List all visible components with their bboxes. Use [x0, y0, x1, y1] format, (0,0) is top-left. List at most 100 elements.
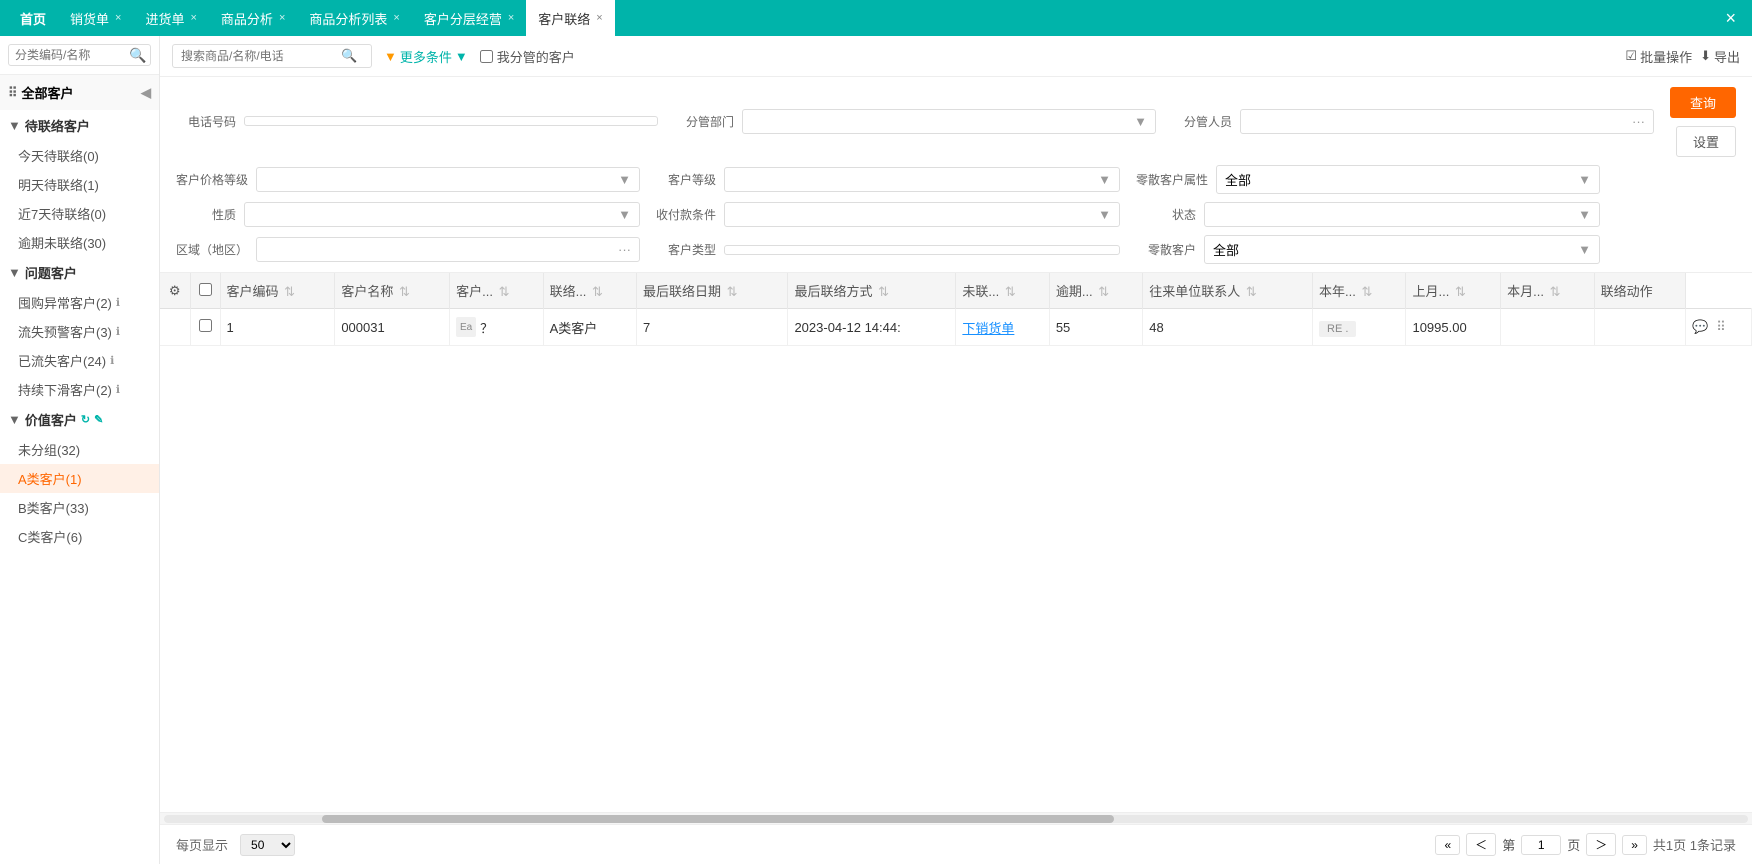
sidebar-item-class-c[interactable]: C类客户(6) — [0, 522, 159, 551]
sidebar-section-pending[interactable]: ▼ 待联络客户 — [0, 110, 159, 141]
filter-input-person[interactable]: ··· — [1240, 109, 1654, 134]
filter-select-status[interactable]: ▼ — [1204, 202, 1600, 227]
sidebar-item-churned[interactable]: 已流失客户(24) ℹ — [0, 346, 159, 375]
select-all-checkbox[interactable] — [199, 283, 212, 296]
query-button[interactable]: 查询 — [1670, 87, 1736, 118]
last-page-button[interactable]: » — [1622, 835, 1647, 855]
row-checkbox-cell[interactable] — [190, 309, 220, 346]
last-contact-method-link[interactable]: 下销货单 — [962, 321, 1014, 336]
nav-tab-analysis-close[interactable]: × — [279, 12, 285, 24]
col-code[interactable]: 客户编码 ⇅ — [220, 273, 335, 309]
per-page-select[interactable]: 50 100 200 — [240, 834, 295, 856]
sidebar-search-icon[interactable]: 🔍 — [129, 47, 146, 64]
nav-tab-purchase-label: 进货单 — [145, 9, 184, 28]
sidebar-item-tomorrow-pending[interactable]: 明天待联络(1) — [0, 170, 159, 199]
col-checkbox[interactable] — [190, 273, 220, 309]
col-settings[interactable]: ⚙ — [160, 273, 190, 309]
prev-page-button[interactable]: ＜ — [1466, 833, 1496, 856]
settings-button[interactable]: 设置 — [1676, 126, 1736, 157]
col-level[interactable]: 客户... ⇅ — [450, 273, 543, 309]
col-this-month[interactable]: 本月... ⇅ — [1501, 273, 1594, 309]
row-index-cell: 1 — [220, 309, 335, 346]
filter-arrow-icon: ▼ — [455, 49, 468, 64]
filter-cell-payment: 收付款条件 ▼ — [656, 202, 1120, 227]
sidebar-item-week-pending[interactable]: 近7天待联络(0) — [0, 199, 159, 228]
filter-label-customer-level: 客户等级 — [656, 171, 716, 188]
nav-tab-sales[interactable]: 销货单 × — [58, 0, 133, 36]
col-year-amount-label: 本年... — [1319, 284, 1356, 299]
action-message-icon[interactable]: 💬 — [1692, 319, 1708, 335]
nav-tab-analysis-list-close[interactable]: × — [393, 12, 399, 24]
filter-label-customer-type: 客户类型 — [656, 241, 716, 258]
sidebar-item-class-a[interactable]: A类客户(1) — [0, 464, 159, 493]
nav-tab-customer-mgmt-close[interactable]: × — [508, 12, 514, 24]
row-last-contact-method-cell[interactable]: 下销货单 — [956, 309, 1049, 346]
nav-tab-sales-close[interactable]: × — [115, 12, 121, 24]
sidebar-item-today-pending[interactable]: 今天待联络(0) — [0, 141, 159, 170]
sidebar-item-abnormal[interactable]: 囤购异常客户(2) ℹ — [0, 288, 159, 317]
next-page-button[interactable]: ＞ — [1586, 833, 1616, 856]
nav-tab-home[interactable]: 首页 — [8, 0, 58, 36]
filter-input-phone[interactable] — [244, 116, 658, 126]
filter-cell-customer-type: 客户类型 — [656, 241, 1120, 258]
my-customer-label: 我分管的客户 — [497, 47, 575, 66]
search-bar-icon[interactable]: 🔍 — [341, 48, 357, 64]
value-refresh-icon[interactable]: ↻ — [81, 413, 90, 426]
filter-select-scatter-attr[interactable]: 全部 ▼ — [1216, 165, 1600, 194]
filter-select-customer-level[interactable]: ▼ — [724, 167, 1120, 192]
first-page-button[interactable]: « — [1435, 835, 1460, 855]
search-input[interactable] — [181, 49, 341, 63]
filter-select-payment[interactable]: ▼ — [724, 202, 1120, 227]
page-number-input[interactable] — [1521, 835, 1561, 855]
scroll-thumb[interactable] — [322, 815, 1114, 823]
nav-tab-purchase[interactable]: 进货单 × — [133, 0, 208, 36]
filter-select-dept[interactable]: ▼ — [742, 109, 1156, 134]
col-uncontacted-sort-icon: ⇅ — [1005, 284, 1016, 299]
batch-op-button[interactable]: ☑ 批量操作 — [1625, 47, 1692, 66]
nav-tab-customer-contact-close[interactable]: × — [596, 12, 602, 24]
col-last-contact-method[interactable]: 最后联络方式 ⇅ — [788, 273, 956, 309]
nav-tab-customer-mgmt[interactable]: 客户分层经营 × — [412, 0, 526, 36]
nav-tab-analysis[interactable]: 商品分析 × — [209, 0, 297, 36]
nav-tab-customer-contact[interactable]: 客户联络 × — [526, 0, 614, 36]
col-last-month[interactable]: 上月... ⇅ — [1406, 273, 1501, 309]
nav-tab-purchase-close[interactable]: × — [190, 12, 196, 24]
nav-tab-analysis-list[interactable]: 商品分析列表 × — [297, 0, 411, 36]
sidebar-collapse-button[interactable]: ◀ — [141, 85, 151, 101]
close-all-button[interactable]: × — [1717, 8, 1744, 29]
filter-row-4: 区域（地区） ··· 客户类型 零散客户 全部 ▼ — [176, 235, 1736, 264]
my-customer-checkbox[interactable] — [480, 50, 493, 63]
my-customer-checkbox-label[interactable]: 我分管的客户 — [480, 47, 575, 66]
row-checkbox[interactable] — [199, 319, 212, 332]
customer-avatar: Ea — [456, 317, 476, 337]
col-last-contact-date[interactable]: 最后联络日期 ⇅ — [637, 273, 788, 309]
value-edit-icon[interactable]: ✎ — [94, 413, 103, 426]
col-uncontacted[interactable]: 未联... ⇅ — [956, 273, 1049, 309]
action-more-icon[interactable]: ⠿ — [1716, 319, 1726, 335]
export-button[interactable]: ⬇ 导出 — [1700, 47, 1740, 66]
col-overdue[interactable]: 逾期... ⇅ — [1049, 273, 1142, 309]
total-label: 共1页 1条记录 — [1653, 835, 1736, 854]
sidebar-section-value[interactable]: ▼ 价值客户 ↻ ✎ — [0, 404, 159, 435]
col-year-amount-sort-icon: ⇅ — [1361, 284, 1372, 299]
filter-region-dots-icon: ··· — [618, 242, 631, 257]
sidebar-item-class-b[interactable]: B类客户(33) — [0, 493, 159, 522]
filter-input-region[interactable]: ··· — [256, 237, 640, 262]
bottom-bar: 每页显示 50 100 200 « ＜ 第 页 ＞ » 共1页 1条记录 — [160, 824, 1752, 864]
col-contact-count[interactable]: 联络... ⇅ — [543, 273, 636, 309]
sidebar-all-customers-header[interactable]: ⠿ 全部客户 ◀ — [0, 75, 159, 110]
sidebar-item-declining[interactable]: 持续下滑客户(2) ℹ — [0, 375, 159, 404]
filter-more-button[interactable]: ▼ 更多条件 ▼ — [384, 47, 468, 66]
sidebar-item-churn-warning[interactable]: 流失预警客户(3) ℹ — [0, 317, 159, 346]
col-company-contact[interactable]: 往来单位联系人 ⇅ — [1143, 273, 1313, 309]
sidebar-item-overdue-pending[interactable]: 逾期未联络(30) — [0, 228, 159, 257]
horizontal-scroll[interactable] — [160, 812, 1752, 824]
sidebar-item-ungrouped[interactable]: 未分组(32) — [0, 435, 159, 464]
col-name[interactable]: 客户名称 ⇅ — [335, 273, 450, 309]
filter-input-customer-type[interactable] — [724, 245, 1120, 255]
filter-select-scatter[interactable]: 全部 ▼ — [1204, 235, 1600, 264]
sidebar-section-problem[interactable]: ▼ 问题客户 — [0, 257, 159, 288]
col-year-amount[interactable]: 本年... ⇅ — [1313, 273, 1406, 309]
filter-select-price-level[interactable]: ▼ — [256, 167, 640, 192]
filter-select-nature[interactable]: ▼ — [244, 202, 640, 227]
